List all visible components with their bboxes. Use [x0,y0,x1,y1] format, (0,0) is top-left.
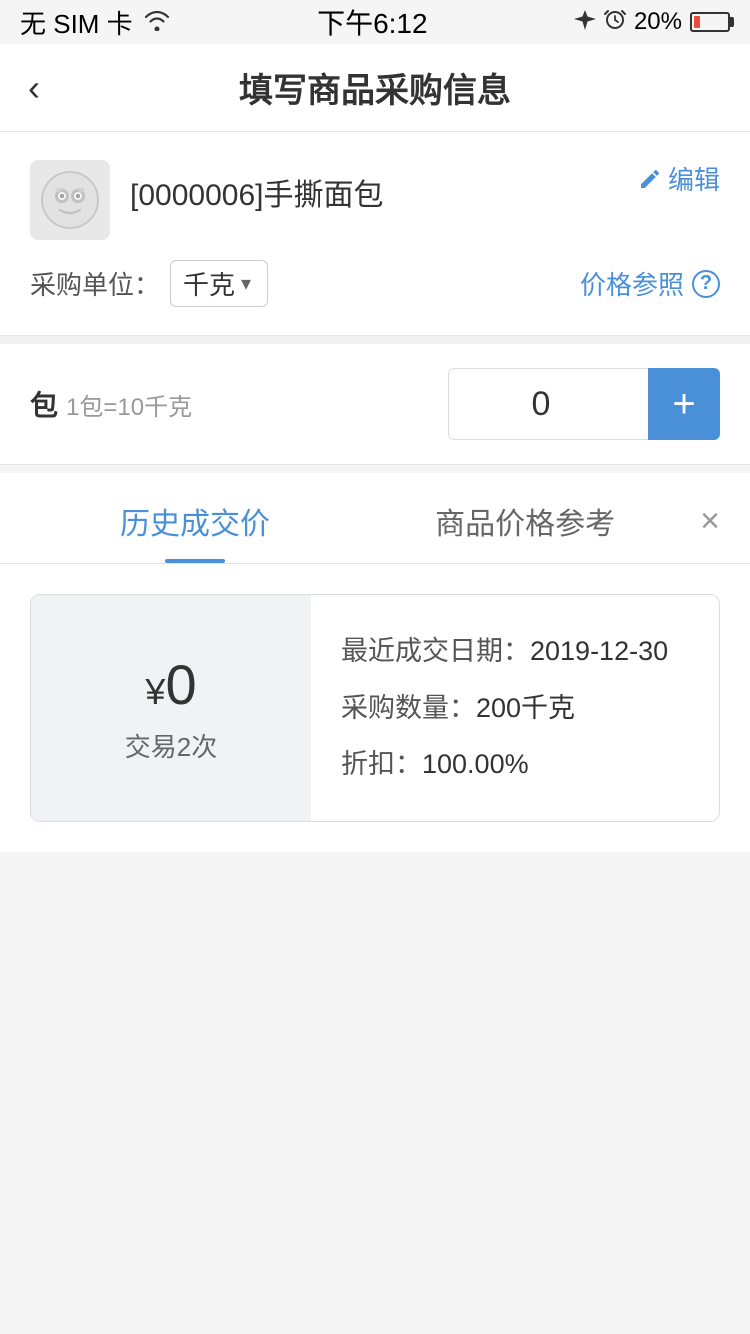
recent-date-row: 最近成交日期：2019-12-30 [341,631,689,672]
tabs-row: 历史成交价 商品价格参考 × [0,473,750,564]
dropdown-arrow-icon: ▾ [241,271,251,296]
quantity-input-wrap: + [230,368,720,440]
price-times: 交易2次 [125,727,217,764]
tab-history-price[interactable]: 历史成交价 [30,473,360,563]
price-card-left: ¥0 交易2次 [31,595,311,821]
quantity-input[interactable] [448,368,648,440]
quantity-row: 包 1包=10千克 + [0,344,750,465]
unit-badge: 包 [30,384,58,424]
discount-row: 折扣：100.00% [341,744,689,785]
product-name: [0000006]手撕面包 [130,160,383,214]
price-amount: ¥0 [145,652,196,717]
info-icon: ? [692,270,720,298]
back-button[interactable]: ‹ [28,67,40,109]
unit-value: 千克 [183,265,235,302]
recent-date-label: 最近成交日期： [341,636,530,666]
nav-bar: ‹ 填写商品采购信息 [0,44,750,132]
unit-conversion-hint: 1包=10千克 [66,387,192,422]
price-card-right: 最近成交日期：2019-12-30 采购数量：200千克 折扣：100.00% [311,595,719,821]
time-text: 下午6:12 [317,2,428,42]
price-yen-symbol: ¥ [145,671,165,712]
history-content: ¥0 交易2次 最近成交日期：2019-12-30 采购数量：200千克 折扣：… [0,564,750,852]
product-meta: 采购单位： 千克 ▾ 价格参照 ? [30,260,720,307]
edit-label: 编辑 [668,160,720,197]
product-thumbnail [30,160,110,240]
edit-button[interactable]: 编辑 [638,160,720,197]
discount-value: 100.00% [422,749,529,779]
product-left: [0000006]手撕面包 [30,160,383,240]
location-icon [574,8,596,37]
purchase-unit: 采购单位： 千克 ▾ [30,260,268,307]
purchase-qty-row: 采购数量：200千克 [341,688,689,729]
price-card: ¥0 交易2次 最近成交日期：2019-12-30 采购数量：200千克 折扣：… [30,594,720,822]
carrier-text: 无 SIM 卡 [20,4,133,41]
status-left: 无 SIM 卡 [20,4,171,41]
page-title: 填写商品采购信息 [239,63,511,112]
discount-label: 折扣： [341,749,422,779]
battery-icon [690,12,730,32]
quantity-label: 包 1包=10千克 [30,384,230,424]
price-reference-button[interactable]: 价格参照 ? [580,265,720,302]
bottom-panel: 历史成交价 商品价格参考 × ¥0 交易2次 最近成交日期：2019-12-30… [0,473,750,852]
tab-history-label: 历史成交价 [120,508,270,541]
tab-price-ref-label: 商品价格参考 [435,508,615,541]
product-header: [0000006]手撕面包 编辑 [30,160,720,240]
alarm-icon [604,8,626,37]
purchase-qty-value: 200千克 [476,693,575,723]
status-bar: 无 SIM 卡 下午6:12 20% [0,0,750,44]
tab-product-price-ref[interactable]: 商品价格参考 [360,473,690,563]
price-ref-label: 价格参照 [580,265,684,302]
recent-date-value: 2019-12-30 [530,636,668,666]
unit-select[interactable]: 千克 ▾ [170,260,268,307]
purchase-qty-label: 采购数量： [341,693,476,723]
battery-percent: 20% [634,8,682,36]
product-card: [0000006]手撕面包 编辑 采购单位： 千克 ▾ 价格参照 ? [0,132,750,336]
close-icon: × [700,502,720,540]
quantity-plus-button[interactable]: + [648,368,720,440]
purchase-unit-label: 采购单位： [30,265,160,302]
edit-icon [638,167,662,191]
wifi-icon [143,7,171,38]
price-number: 0 [165,653,196,716]
quantity-divider [0,336,750,344]
tab-close-button[interactable]: × [700,476,720,561]
status-right: 20% [574,8,730,37]
